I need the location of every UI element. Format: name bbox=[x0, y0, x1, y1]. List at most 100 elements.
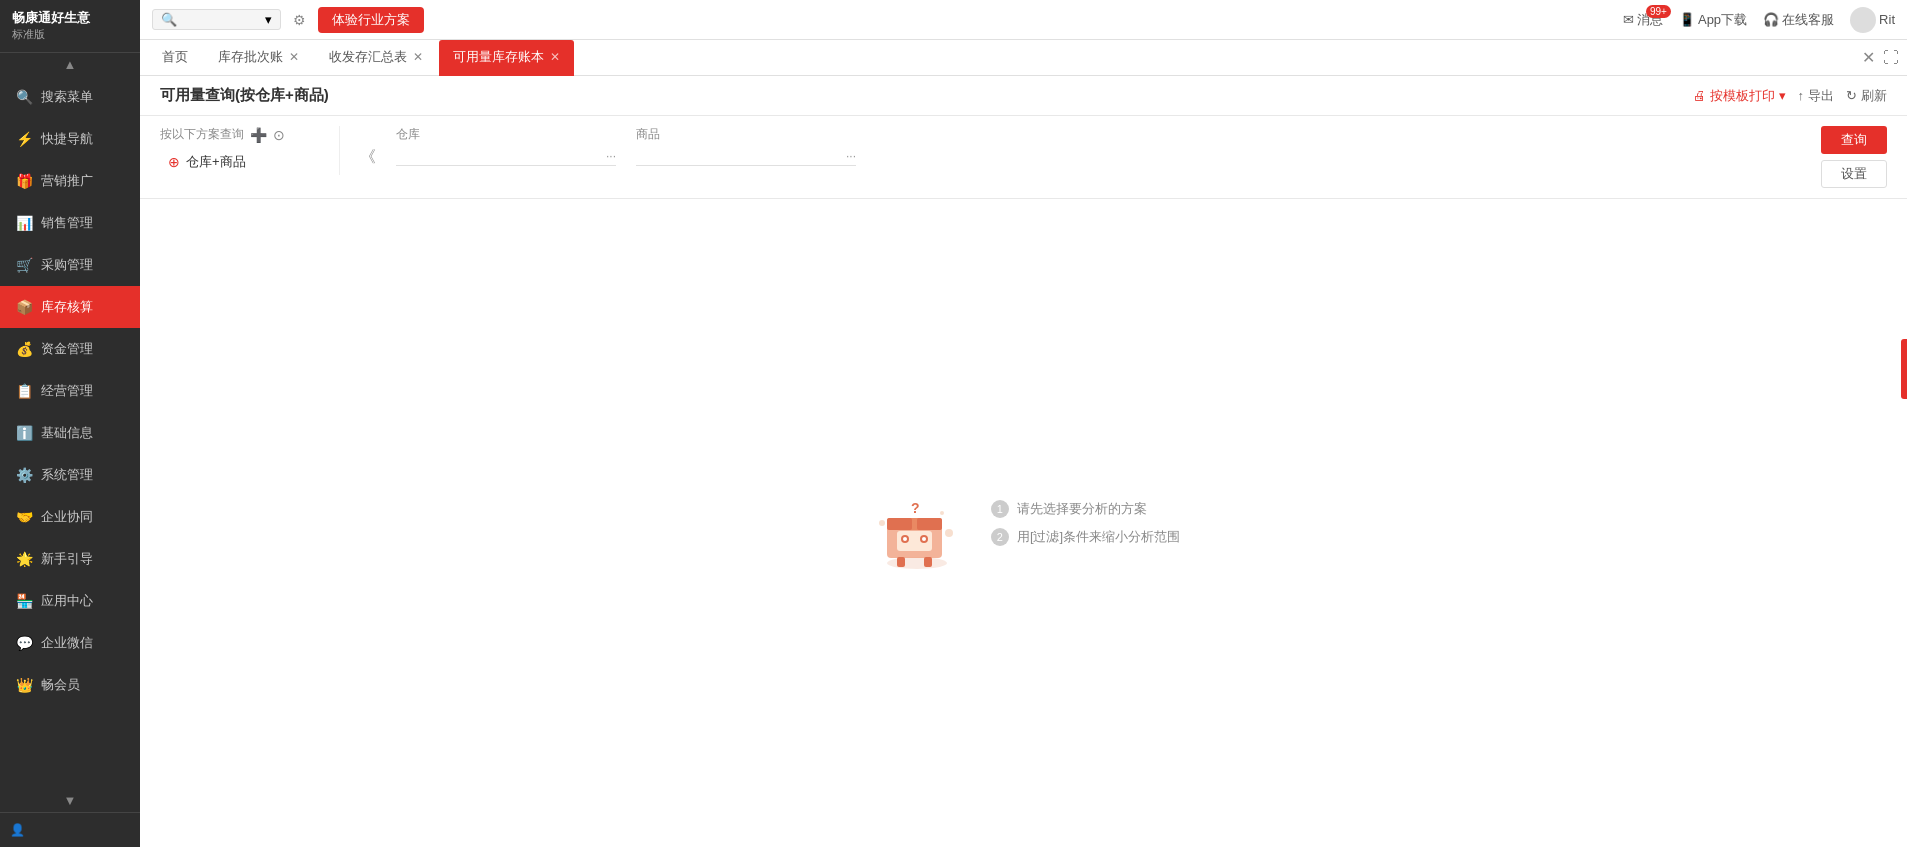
tab-batch-label: 库存批次账 bbox=[218, 48, 283, 66]
filter-scheme-panel: 按以下方案查询 ➕ ⊙ ⊕ 仓库+商品 bbox=[160, 126, 340, 175]
tab-batch[interactable]: 库存批次账 ✕ bbox=[204, 40, 313, 76]
phone-icon: 📱 bbox=[1679, 12, 1695, 27]
sidebar-item-wechat[interactable]: 💬 企业微信 bbox=[0, 622, 140, 664]
tab-available-close[interactable]: ✕ bbox=[550, 50, 560, 64]
sidebar-item-purchase[interactable]: 🛒 采购管理 bbox=[0, 244, 140, 286]
filter-row: 按以下方案查询 ➕ ⊙ ⊕ 仓库+商品 《 仓库 ··· bbox=[140, 116, 1907, 199]
sidebar-item-basic[interactable]: ℹ️ 基础信息 bbox=[0, 412, 140, 454]
tab-home[interactable]: 首页 bbox=[148, 40, 202, 76]
query-button[interactable]: 查询 bbox=[1821, 126, 1887, 154]
export-icon: ↑ bbox=[1798, 88, 1805, 103]
sidebar-icon-newbie: 🌟 bbox=[16, 551, 33, 567]
app-download-btn[interactable]: 📱 App下载 bbox=[1679, 11, 1747, 29]
sidebar-item-shortcut[interactable]: ⚡快捷导航 bbox=[0, 118, 140, 160]
tip-num-1: 1 bbox=[991, 500, 1009, 518]
scheme-icon: ⊕ bbox=[168, 154, 180, 170]
svg-rect-11 bbox=[924, 557, 932, 567]
scheme-warehouse-goods[interactable]: ⊕ 仓库+商品 bbox=[160, 149, 323, 175]
sidebar-item-system[interactable]: ⚙️ 系统管理 bbox=[0, 454, 140, 496]
sidebar-label-search: 搜索菜单 bbox=[41, 88, 93, 106]
refresh-btn[interactable]: ↻ 刷新 bbox=[1846, 87, 1887, 105]
tab-close-all-btn[interactable]: ✕ bbox=[1862, 48, 1875, 67]
filter-scheme-title: 按以下方案查询 ➕ ⊙ bbox=[160, 126, 323, 143]
search-input[interactable] bbox=[181, 13, 261, 27]
print-btn[interactable]: 🖨 按模板打印 ▾ bbox=[1693, 87, 1786, 105]
headset-icon: 🎧 bbox=[1763, 12, 1779, 27]
svg-point-8 bbox=[903, 537, 907, 541]
sidebar-label-appstore: 应用中心 bbox=[41, 592, 93, 610]
sidebar-label-system: 系统管理 bbox=[41, 466, 93, 484]
sidebar-item-vip[interactable]: 👑畅会员 bbox=[0, 664, 140, 706]
tab-summary[interactable]: 收发存汇总表 ✕ bbox=[315, 40, 437, 76]
goods-more-btn[interactable]: ··· bbox=[846, 149, 856, 163]
sidebar-bottom: 👤 bbox=[0, 812, 140, 847]
sidebar-label-purchase: 采购管理 bbox=[41, 256, 93, 274]
message-btn[interactable]: ✉ 消息 99+ bbox=[1623, 11, 1663, 29]
sidebar-label-wechat: 企业微信 bbox=[41, 634, 93, 652]
warehouse-input-wrap: ··· bbox=[396, 146, 616, 166]
right-edge-handle[interactable] bbox=[1901, 339, 1907, 399]
sidebar-icon-appstore: 🏪 bbox=[16, 593, 33, 609]
scroll-up-btn[interactable]: ▲ bbox=[0, 53, 140, 76]
sidebar-nav: 🔍 搜索菜单 ⚡快捷导航🎁营销推广 📊 销售管理 🛒 采购管理 📦 库存核算 💰 资金管理 📋经营管理… bbox=[0, 76, 140, 789]
sidebar-item-newbie[interactable]: 🌟 新手引导 bbox=[0, 538, 140, 580]
online-service-btn[interactable]: 🎧 在线客服 bbox=[1763, 11, 1834, 29]
tab-summary-close[interactable]: ✕ bbox=[413, 50, 423, 64]
add-scheme-btn[interactable]: ➕ bbox=[250, 127, 267, 143]
sidebar-label-vip: 畅会员 bbox=[41, 676, 80, 694]
brand-sub: 标准版 bbox=[12, 27, 128, 42]
print-chevron-icon: ▾ bbox=[1779, 88, 1786, 103]
trial-button[interactable]: 体验行业方案 bbox=[318, 7, 424, 33]
sidebar-item-search[interactable]: 🔍 搜索菜单 bbox=[0, 76, 140, 118]
sidebar-icon-system: ⚙️ bbox=[16, 467, 33, 483]
tab-summary-label: 收发存汇总表 bbox=[329, 48, 407, 66]
sidebar-label-inventory: 库存核算 bbox=[41, 298, 93, 316]
svg-point-9 bbox=[922, 537, 926, 541]
settings-button[interactable]: 设置 bbox=[1821, 160, 1887, 188]
tab-expand-btn[interactable]: ⛶ bbox=[1883, 49, 1899, 67]
sidebar-item-sales[interactable]: 📊 销售管理 bbox=[0, 202, 140, 244]
empty-tip-2: 2 用[过滤]条件来缩小分析范围 bbox=[991, 528, 1180, 546]
sidebar-item-marketing[interactable]: 🎁营销推广 bbox=[0, 160, 140, 202]
sidebar-icon-search: 🔍 bbox=[16, 89, 33, 105]
sidebar-icon-marketing: 🎁 bbox=[16, 173, 33, 189]
sidebar-icon-sales: 📊 bbox=[16, 215, 33, 231]
print-icon: 🖨 bbox=[1693, 88, 1706, 103]
export-btn[interactable]: ↑ 导出 bbox=[1798, 87, 1835, 105]
sidebar-icon-wechat: 💬 bbox=[16, 635, 33, 651]
gear-icon[interactable]: ⚙ bbox=[293, 12, 306, 28]
sidebar-item-operations[interactable]: 📋经营管理 bbox=[0, 370, 140, 412]
tab-batch-close[interactable]: ✕ bbox=[289, 50, 299, 64]
sidebar-label-finance: 资金管理 bbox=[41, 340, 93, 358]
settings-scheme-btn[interactable]: ⊙ bbox=[273, 127, 285, 143]
page-title-actions: 🖨 按模板打印 ▾ ↑ 导出 ↻ 刷新 bbox=[1693, 87, 1888, 105]
user-avatar-btn[interactable]: Rit bbox=[1850, 7, 1895, 33]
svg-point-13 bbox=[879, 520, 885, 526]
goods-input-wrap: ··· bbox=[636, 146, 856, 166]
tab-available-label: 可用量库存账本 bbox=[453, 48, 544, 66]
sidebar-item-finance[interactable]: 💰 资金管理 bbox=[0, 328, 140, 370]
warehouse-input[interactable] bbox=[396, 148, 602, 163]
sidebar-item-appstore[interactable]: 🏪 应用中心 bbox=[0, 580, 140, 622]
message-icon: ✉ bbox=[1623, 12, 1634, 27]
topbar-search[interactable]: 🔍 ▾ bbox=[152, 9, 281, 30]
tab-available[interactable]: 可用量库存账本 ✕ bbox=[439, 40, 574, 76]
sidebar-icon-inventory: 📦 bbox=[16, 299, 33, 315]
sidebar-label-newbie: 新手引导 bbox=[41, 550, 93, 568]
goods-label: 商品 bbox=[636, 126, 856, 143]
collapse-btn[interactable]: 《 bbox=[360, 147, 376, 168]
goods-input[interactable] bbox=[636, 148, 842, 163]
filter-fields: 仓库 ··· 商品 ··· bbox=[396, 126, 1801, 166]
filter-warehouse-field: 仓库 ··· bbox=[396, 126, 616, 166]
warehouse-more-btn[interactable]: ··· bbox=[606, 149, 616, 163]
tabs-bar: 首页 库存批次账 ✕ 收发存汇总表 ✕ 可用量库存账本 ✕ ✕ ⛶ bbox=[140, 40, 1907, 76]
sidebar-label-basic: 基础信息 bbox=[41, 424, 93, 442]
sidebar-icon-finance: 💰 bbox=[16, 341, 33, 357]
sidebar-icon-basic: ℹ️ bbox=[16, 425, 33, 441]
empty-state: ? 1 请先选择要分析的方案 2 用[过滤]条件来缩小分析范围 bbox=[140, 199, 1907, 847]
sidebar-item-inventory[interactable]: 📦 库存核算 bbox=[0, 286, 140, 328]
sidebar-label-sales: 销售管理 bbox=[41, 214, 93, 232]
sidebar-item-enterprise[interactable]: 🤝企业协同 bbox=[0, 496, 140, 538]
scroll-down-btn[interactable]: ▼ bbox=[0, 789, 140, 812]
sidebar-icon-purchase: 🛒 bbox=[16, 257, 33, 273]
